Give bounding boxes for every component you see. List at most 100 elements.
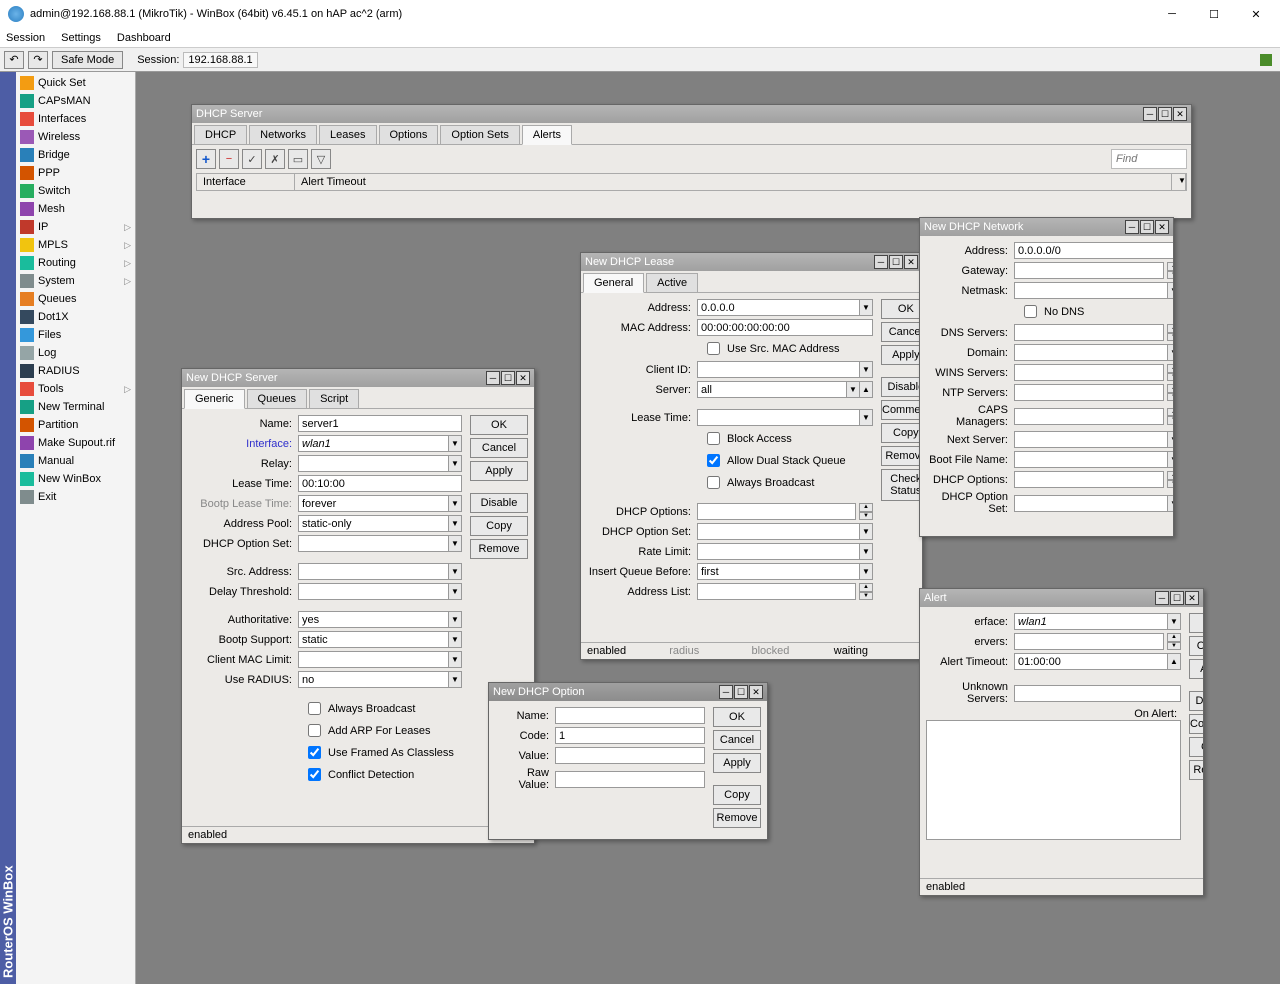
interface-input[interactable] [1014,613,1168,630]
new-dhcp-network-titlebar[interactable]: New DHCP Network ─☐✕ [920,218,1173,236]
expand-icon[interactable]: ▼ [448,651,462,668]
caps-input[interactable] [1014,408,1164,425]
minimize-icon[interactable]: ─ [1125,220,1139,234]
cancel-button[interactable]: Cancel [470,438,528,458]
menu-dashboard[interactable]: Dashboard [117,32,171,44]
dropdown-icon[interactable]: ▼ [859,563,873,580]
checkbox[interactable] [707,476,720,489]
minimize-icon[interactable]: ─ [874,255,888,269]
raw-input[interactable] [555,771,705,788]
filter-button[interactable]: ▽ [311,149,331,169]
mac-limit-input[interactable] [298,651,449,668]
sidebar-item-system[interactable]: System▷ [16,272,135,290]
apply-button[interactable]: Apply [1189,659,1203,679]
tab-dhcp[interactable]: DHCP [194,125,247,144]
client-id-input[interactable] [697,361,860,378]
interface-input[interactable] [298,435,449,452]
ok-button[interactable]: OK [470,415,528,435]
check-button[interactable]: Check Status [881,469,922,501]
expand-icon[interactable]: ▼ [859,409,873,426]
alert-titlebar[interactable]: Alert ─☐✕ [920,589,1203,607]
up-icon[interactable]: ▲ [1167,408,1173,417]
dropdown-icon[interactable]: ▼ [448,671,462,688]
dropdown-icon[interactable]: ▼ [448,435,462,452]
remove-button[interactable]: Remove [713,808,761,828]
address-input[interactable] [1014,242,1173,259]
close-icon[interactable]: ✕ [1185,591,1199,605]
dhcp-opts-input[interactable] [697,503,856,520]
expand-icon[interactable]: ▼ [859,543,873,560]
ntp-input[interactable] [1014,384,1164,401]
wins-input[interactable] [1014,364,1164,381]
remove-button[interactable]: Remove [470,539,528,559]
up-icon[interactable]: ▲ [859,583,873,592]
server-input[interactable] [697,381,847,398]
disable-button[interactable]: Disable [470,493,528,513]
auth-input[interactable] [298,611,449,628]
up-icon[interactable]: ▲ [1167,471,1173,480]
ok-button[interactable]: OK [881,299,922,319]
checkbox[interactable] [308,702,321,715]
close-icon[interactable]: ✕ [749,685,763,699]
lease-time-input[interactable] [298,475,462,492]
new-dhcp-option-titlebar[interactable]: New DHCP Option ─☐✕ [489,683,767,701]
expand-icon[interactable]: ▼ [859,361,873,378]
name-input[interactable] [555,707,705,724]
sidebar-item-new-terminal[interactable]: New Terminal [16,398,135,416]
menu-session[interactable]: Session [6,32,45,44]
minimize-icon[interactable]: ─ [719,685,733,699]
radius-input[interactable] [298,671,449,688]
up-icon[interactable]: ▲ [1167,262,1173,271]
tab-option-sets[interactable]: Option Sets [440,125,519,144]
add-button[interactable]: + [196,149,216,169]
collapse-icon[interactable]: ▲ [859,381,873,398]
tab-script[interactable]: Script [309,389,359,408]
enable-button[interactable]: ✓ [242,149,262,169]
copy-button[interactable]: Copy [470,516,528,536]
maximize-icon[interactable]: ☐ [1158,107,1172,121]
apply-button[interactable]: Apply [713,753,761,773]
down-icon[interactable]: ▼ [1167,333,1173,342]
dns-input[interactable] [1014,324,1164,341]
sidebar-item-tools[interactable]: Tools▷ [16,380,135,398]
disable-button[interactable]: ✗ [265,149,285,169]
up-icon[interactable]: ▲ [1167,364,1173,373]
sidebar-item-routing[interactable]: Routing▷ [16,254,135,272]
maximize-icon[interactable]: ☐ [889,255,903,269]
new-dhcp-lease-titlebar[interactable]: New DHCP Lease ─☐✕ [581,253,922,271]
sidebar-item-exit[interactable]: Exit [16,488,135,506]
sidebar-item-make-supout.rif[interactable]: Make Supout.rif [16,434,135,452]
ok-button[interactable]: OK [713,707,761,727]
bootp-sup-input[interactable] [298,631,449,648]
sidebar-item-mesh[interactable]: Mesh [16,200,135,218]
rate-input[interactable] [697,543,860,560]
comment-button[interactable]: Comment [881,400,922,420]
expand-icon[interactable]: ▼ [859,523,873,540]
src-addr-input[interactable] [298,563,449,580]
tab-options[interactable]: Options [379,125,439,144]
maximize-icon[interactable]: ☐ [1140,220,1154,234]
checkbox[interactable] [1024,305,1037,318]
disable-button[interactable]: Disable [881,377,922,397]
opset-input[interactable] [298,535,449,552]
col-interface[interactable]: Interface [197,174,295,190]
remove-button[interactable]: Remove [881,446,922,466]
minimize-icon[interactable]: ─ [1155,591,1169,605]
checkbox[interactable] [308,746,321,759]
checkbox[interactable] [308,724,321,737]
lease-time-input[interactable] [697,409,860,426]
copy-button[interactable]: Copy [713,785,761,805]
dhcp-opts-input[interactable] [1014,471,1164,488]
sidebar-item-wireless[interactable]: Wireless [16,128,135,146]
sidebar-item-mpls[interactable]: MPLS▷ [16,236,135,254]
sidebar-item-manual[interactable]: Manual [16,452,135,470]
sidebar-item-bridge[interactable]: Bridge [16,146,135,164]
up-icon[interactable]: ▲ [1167,633,1181,642]
up-icon[interactable]: ▲ [1167,324,1173,333]
expand-icon[interactable]: ▼ [1167,344,1173,361]
sidebar-item-interfaces[interactable]: Interfaces [16,110,135,128]
close-icon[interactable]: ✕ [1173,107,1187,121]
expand-icon[interactable]: ▼ [1167,495,1173,512]
minimize-icon[interactable]: ─ [486,371,500,385]
close-icon[interactable]: ✕ [1155,220,1169,234]
